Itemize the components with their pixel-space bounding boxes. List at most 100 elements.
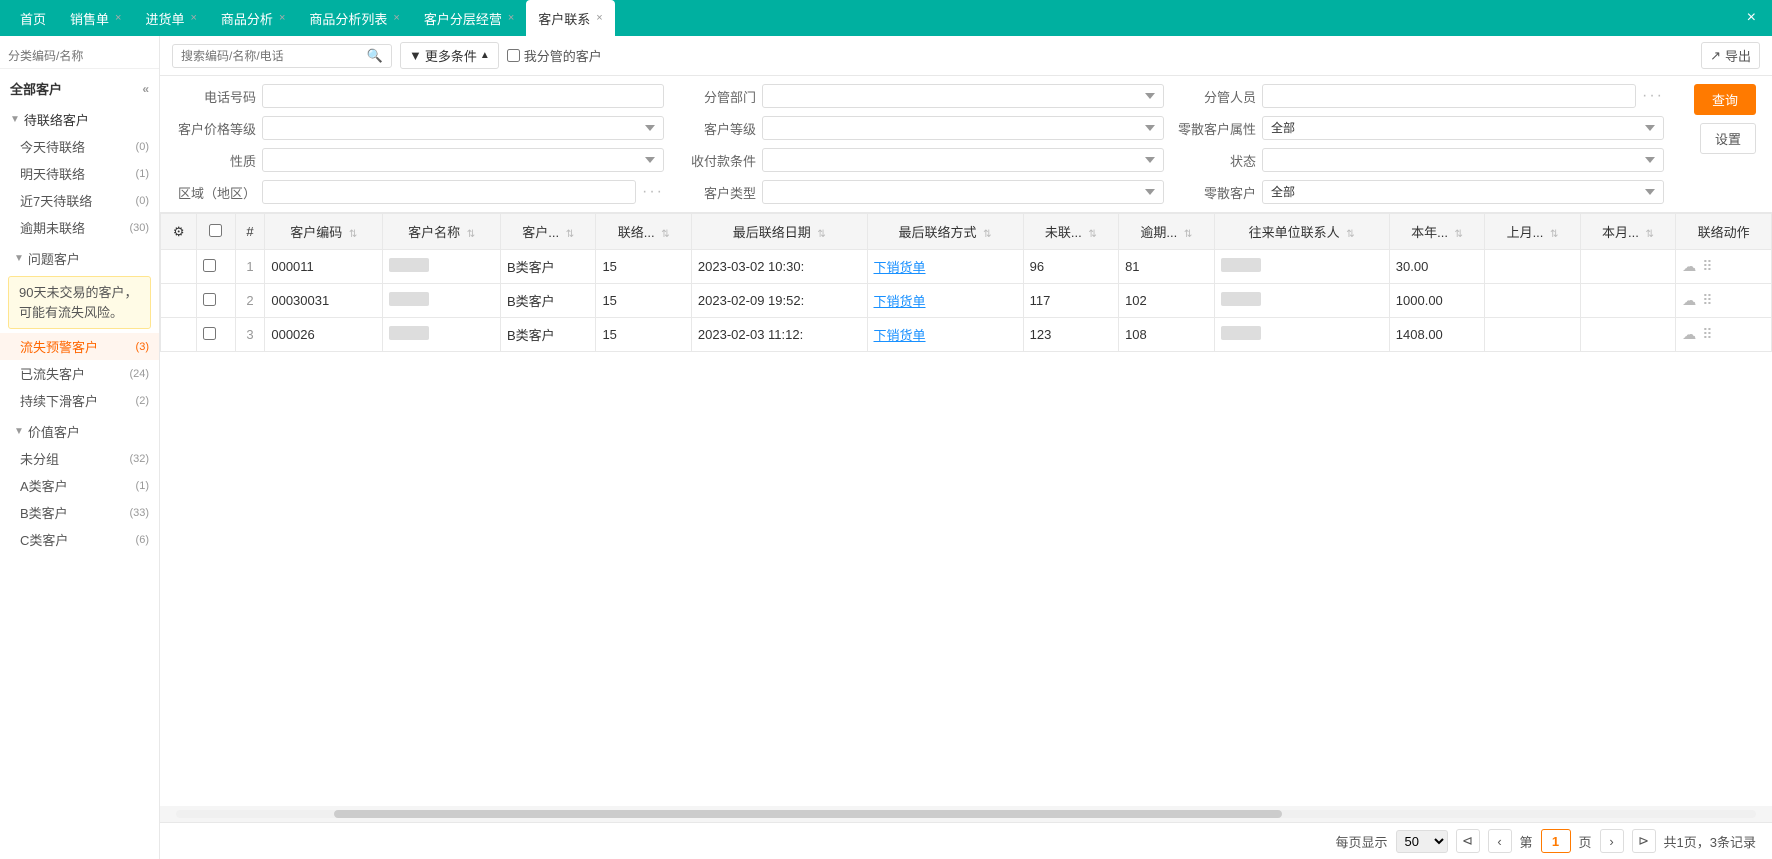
sidebar-item-churned[interactable]: 已流失客户 (24) <box>0 360 159 387</box>
th-last-month[interactable]: 上月... ⇅ <box>1485 214 1580 250</box>
sidebar-item-declining[interactable]: 持续下滑客户 (2) <box>0 387 159 414</box>
row-checkbox[interactable] <box>203 259 216 272</box>
next-page-button[interactable]: › <box>1600 829 1624 853</box>
scrollbar-thumb[interactable] <box>334 810 1282 818</box>
tab-customer-contact[interactable]: 客户联系× <box>526 0 614 36</box>
sidebar-item-classA[interactable]: A类客户 (1) <box>0 472 159 499</box>
filter-row-1: 电话号码 分管部门 分管人员 ··· <box>176 84 1664 108</box>
filter-manager-input[interactable] <box>1262 84 1636 108</box>
more-icon[interactable]: ⠿ <box>1702 292 1712 309</box>
sidebar-all-customers[interactable]: 全部客户 « <box>0 73 159 104</box>
last-method-link[interactable]: 下销货单 <box>874 328 926 343</box>
sidebar-group-title-value[interactable]: ▼ 价值客户 <box>0 418 159 445</box>
filter-status-select[interactable] <box>1262 148 1664 172</box>
close-purchase-tab[interactable]: × <box>190 12 196 24</box>
footer: 每页显示 50 100 200 ⊲ ‹ 第 页 › ⊳ 共1页，3条记录 <box>160 822 1772 859</box>
th-num: # <box>235 214 265 250</box>
action-icons: ☁ ⠿ <box>1682 326 1765 343</box>
filter-manager-dots[interactable]: ··· <box>1642 87 1664 105</box>
th-name[interactable]: 客户名称 ⇅ <box>383 214 501 250</box>
more-icon[interactable]: ⠿ <box>1702 258 1712 275</box>
query-button[interactable]: 查询 <box>1694 84 1756 115</box>
filter-payment-select[interactable] <box>762 148 1164 172</box>
settings-button[interactable]: 设置 <box>1700 123 1756 154</box>
contact-icon[interactable]: ☁ <box>1682 258 1696 275</box>
tab-purchase[interactable]: 进货单× <box>133 0 208 36</box>
th-unit-contact[interactable]: 往来单位联系人 ⇅ <box>1214 214 1389 250</box>
tab-sales[interactable]: 销售单× <box>58 0 133 36</box>
current-page-input[interactable] <box>1541 829 1571 853</box>
contact-icon[interactable]: ☁ <box>1682 326 1696 343</box>
close-analysis-list-tab[interactable]: × <box>393 12 399 24</box>
filter-nature: 性质 <box>176 148 664 172</box>
export-button[interactable]: ↗ 导出 <box>1701 42 1760 69</box>
td-last-method[interactable]: 下销货单 <box>867 318 1023 352</box>
select-all-checkbox[interactable] <box>209 224 222 237</box>
last-method-link[interactable]: 下销货单 <box>874 294 926 309</box>
close-analysis-tab[interactable]: × <box>279 12 285 24</box>
sidebar-search-input[interactable] <box>8 49 160 63</box>
sidebar-item-classB[interactable]: B类客户 (33) <box>0 499 159 526</box>
close-customer-tier-tab[interactable]: × <box>508 12 514 24</box>
horizontal-scrollbar[interactable] <box>176 810 1756 818</box>
filter-region-input[interactable] <box>262 180 636 204</box>
my-customer-checkbox-label[interactable]: 我分管的客户 <box>507 46 602 65</box>
filter-phone-input[interactable] <box>262 84 664 108</box>
th-this-year[interactable]: 本年... ⇅ <box>1389 214 1484 250</box>
first-page-button[interactable]: ⊲ <box>1456 829 1480 853</box>
filter-dept-select[interactable] <box>762 84 1164 108</box>
sort-lastmethod-icon: ⇅ <box>983 229 991 240</box>
last-method-link[interactable]: 下销货单 <box>874 260 926 275</box>
sidebar-item-classC[interactable]: C类客户 (6) <box>0 526 159 553</box>
sidebar-item-churn-warning[interactable]: 流失预警客户 (3) <box>0 333 159 360</box>
close-customer-contact-tab[interactable]: × <box>596 12 602 24</box>
sidebar-group-title-pending[interactable]: ▼ 待联络客户 <box>0 106 159 133</box>
td-checkbox[interactable] <box>197 250 235 284</box>
close-sales-tab[interactable]: × <box>115 12 121 24</box>
row-checkbox[interactable] <box>203 293 216 306</box>
sidebar-item-overdue[interactable]: 逾期未联络 (30) <box>0 214 159 241</box>
th-this-month[interactable]: 本月... ⇅ <box>1580 214 1675 250</box>
per-page-select[interactable]: 50 100 200 <box>1396 830 1448 853</box>
td-checkbox[interactable] <box>197 284 235 318</box>
sidebar-item-7days[interactable]: 近7天待联络 (0) <box>0 187 159 214</box>
th-uncontacted[interactable]: 未联... ⇅ <box>1023 214 1118 250</box>
sidebar-item-tomorrow[interactable]: 明天待联络 (1) <box>0 160 159 187</box>
th-code[interactable]: 客户编码 ⇅ <box>265 214 383 250</box>
window-close-button[interactable]: × <box>1739 9 1764 27</box>
filter-price-tier-select[interactable] <box>262 116 664 140</box>
filter-more-button[interactable]: ▼ 更多条件 ▲ <box>400 42 499 69</box>
td-checkbox[interactable] <box>197 318 235 352</box>
th-contact[interactable]: 联络... ⇅ <box>596 214 691 250</box>
prev-page-button[interactable]: ‹ <box>1488 829 1512 853</box>
search-submit-icon[interactable]: 🔍 <box>367 48 383 64</box>
sidebar-group-title-problem[interactable]: ▼ 问题客户 <box>0 245 159 272</box>
more-icon[interactable]: ⠿ <box>1702 326 1712 343</box>
th-type[interactable]: 客户... ⇅ <box>500 214 595 250</box>
td-name <box>383 318 501 352</box>
tab-analysis-list[interactable]: 商品分析列表× <box>297 0 411 36</box>
contact-icon[interactable]: ☁ <box>1682 292 1696 309</box>
th-settings[interactable]: ⚙ <box>161 214 197 250</box>
last-page-button[interactable]: ⊳ <box>1632 829 1656 853</box>
td-last-method[interactable]: 下销货单 <box>867 250 1023 284</box>
th-overdue[interactable]: 逾期... ⇅ <box>1119 214 1214 250</box>
sidebar-item-today[interactable]: 今天待联络 (0) <box>0 133 159 160</box>
tab-analysis[interactable]: 商品分析× <box>209 0 297 36</box>
filter-customer-tier-select[interactable] <box>762 116 1164 140</box>
th-checkbox[interactable] <box>197 214 235 250</box>
my-customer-checkbox[interactable] <box>507 49 520 62</box>
search-input[interactable] <box>181 49 367 63</box>
th-last-method[interactable]: 最后联络方式 ⇅ <box>867 214 1023 250</box>
filter-retail-select[interactable]: 全部 <box>1262 180 1664 204</box>
filter-region-dots[interactable]: ··· <box>642 183 664 201</box>
filter-nature-select[interactable] <box>262 148 664 172</box>
th-last-date[interactable]: 最后联络日期 ⇅ <box>691 214 867 250</box>
filter-cust-type-select[interactable] <box>762 180 1164 204</box>
td-last-method[interactable]: 下销货单 <box>867 284 1023 318</box>
tab-customer-tier[interactable]: 客户分层经营× <box>412 0 526 36</box>
row-checkbox[interactable] <box>203 327 216 340</box>
filter-retail-attr-select[interactable]: 全部 <box>1262 116 1664 140</box>
tab-home[interactable]: 首页 <box>8 0 58 36</box>
sidebar-item-ungroup[interactable]: 未分组 (32) <box>0 445 159 472</box>
